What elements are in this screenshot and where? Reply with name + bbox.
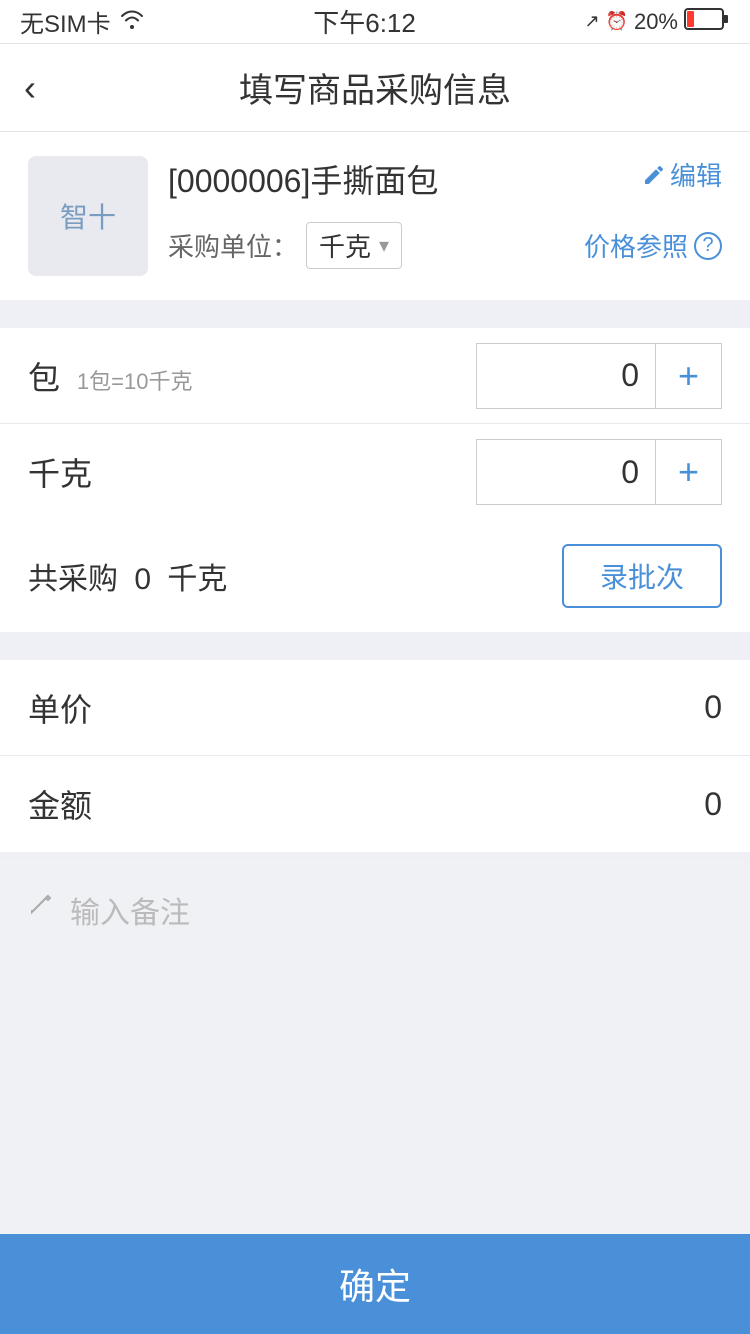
unit-price-value: 0 (704, 689, 722, 726)
unit-row: 采购单位： 千克 ▾ 价格参照 ? (168, 222, 722, 269)
bao-label: 包 1包=10千克 (28, 353, 476, 399)
amount-row: 金额 0 (0, 756, 750, 852)
unit-value: 千克 (319, 227, 371, 264)
confirm-button[interactable]: 确定 (0, 1234, 750, 1334)
carrier-text: 无SIM卡 (20, 4, 111, 39)
status-bar: 无SIM卡 下午6:12 ↗ ⏰ 20% (0, 0, 750, 44)
unit-price-row: 单价 0 (0, 660, 750, 756)
edit-label: 编辑 (670, 156, 722, 193)
total-prefix: 共采购 (28, 563, 118, 596)
product-card: 智十 [0000006]手撕面包 编辑 采购单位： 千克 ▾ 价格参照 ? (0, 132, 750, 308)
bao-plus-button[interactable]: + (656, 343, 722, 409)
remark-placeholder[interactable]: 输入备注 (70, 888, 190, 932)
total-text: 共采购 0 千克 (28, 554, 227, 598)
back-button[interactable]: ‹ (24, 67, 36, 109)
section-separator-1 (0, 308, 750, 328)
kg-qty-wrap: + (476, 439, 722, 505)
location-icon: ↗ (584, 11, 599, 32)
kg-row: 千克 + (0, 424, 750, 520)
pencil-icon (28, 890, 56, 925)
status-right: ↗ ⏰ 20% (584, 8, 730, 36)
unit-prefix: 采购单位： (168, 227, 298, 264)
product-logo: 智十 (60, 196, 116, 236)
total-row: 共采购 0 千克 录批次 (0, 520, 750, 640)
product-image: 智十 (28, 156, 148, 276)
page-title: 填写商品采购信息 (239, 63, 511, 112)
chevron-down-icon: ▾ (379, 233, 389, 258)
price-section: 单价 0 金额 0 (0, 660, 750, 860)
nav-bar: ‹ 填写商品采购信息 (0, 44, 750, 132)
bao-qty-wrap: + (476, 343, 722, 409)
batch-button[interactable]: 录批次 (562, 544, 722, 608)
bao-sub: 1包=10千克 (77, 369, 193, 394)
help-icon: ? (694, 232, 722, 260)
status-time: 下午6:12 (313, 3, 416, 40)
kg-label: 千克 (28, 449, 476, 495)
product-full-name: [0000006]手撕面包 (168, 156, 438, 202)
amount-value: 0 (704, 786, 722, 823)
unit-select[interactable]: 千克 ▾ (306, 222, 402, 269)
alarm-icon: ⏰ (606, 11, 628, 32)
amount-label: 金额 (28, 781, 92, 827)
total-amount: 0 (134, 563, 151, 596)
battery-icon (684, 8, 730, 36)
product-info: [0000006]手撕面包 编辑 采购单位： 千克 ▾ 价格参照 ? (168, 156, 722, 269)
battery-pct: 20% (634, 9, 678, 35)
edit-button[interactable]: 编辑 (642, 156, 722, 193)
unit-price-label: 单价 (28, 685, 92, 731)
product-name-row: [0000006]手撕面包 编辑 (168, 156, 722, 202)
price-ref-button[interactable]: 价格参照 ? (584, 227, 722, 264)
total-unit: 千克 (167, 563, 227, 596)
section-separator-2 (0, 640, 750, 660)
price-ref-label: 价格参照 (584, 227, 688, 264)
kg-qty-input[interactable] (476, 439, 656, 505)
bao-row: 包 1包=10千克 + (0, 328, 750, 424)
remark-section[interactable]: 输入备注 (0, 860, 750, 980)
bao-qty-input[interactable] (476, 343, 656, 409)
input-section: 包 1包=10千克 + 千克 + (0, 328, 750, 520)
kg-plus-button[interactable]: + (656, 439, 722, 505)
wifi-icon (119, 8, 145, 36)
status-left: 无SIM卡 (20, 4, 145, 39)
